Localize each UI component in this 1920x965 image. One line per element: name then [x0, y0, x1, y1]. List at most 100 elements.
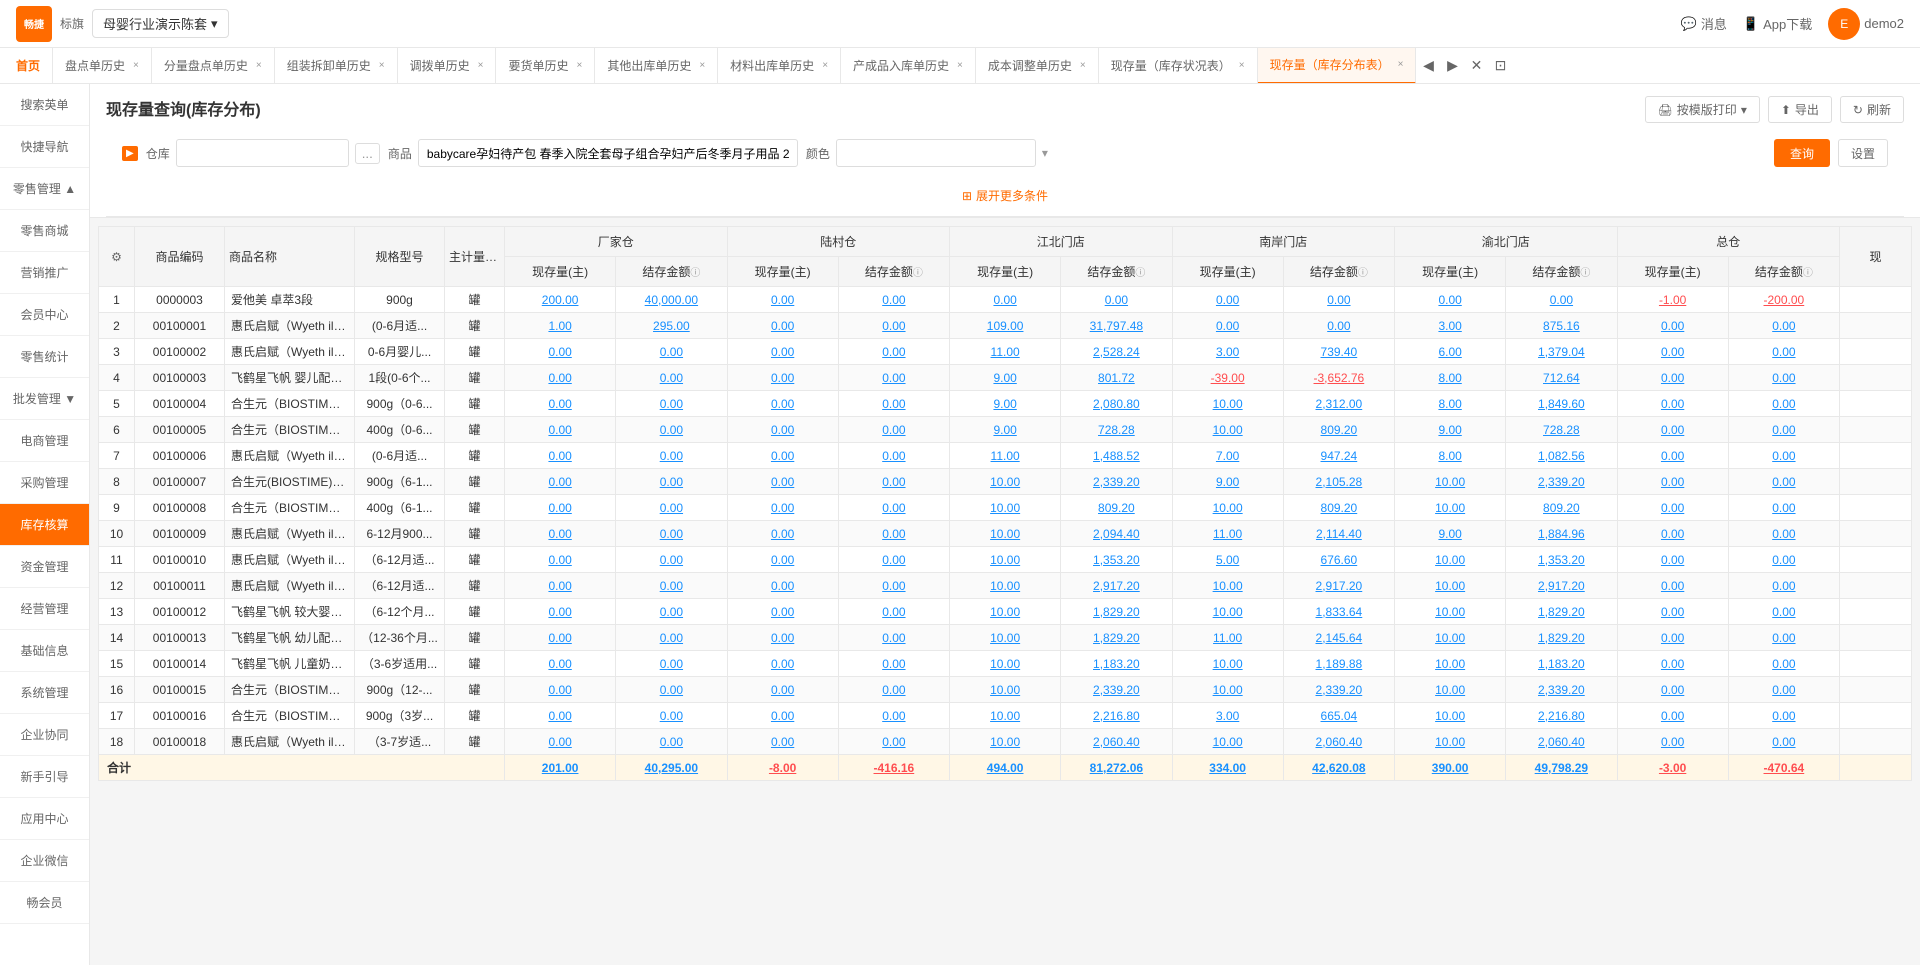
- row-lucun-current[interactable]: 0.00: [727, 625, 838, 651]
- row-jiangbei-current[interactable]: 10.00: [950, 573, 1061, 599]
- row-yubei-current[interactable]: 0.00: [1395, 287, 1506, 313]
- row-nanan-current[interactable]: 0.00: [1172, 313, 1283, 339]
- row-yubei-cost[interactable]: 1,829.20: [1506, 599, 1617, 625]
- row-changjia-cost[interactable]: 0.00: [616, 599, 727, 625]
- row-lucun-cost[interactable]: 0.00: [838, 573, 949, 599]
- row-jiangbei-current[interactable]: 10.00: [950, 469, 1061, 495]
- total-changjia-current[interactable]: 201.00: [505, 755, 616, 781]
- row-lucun-cost[interactable]: 0.00: [838, 391, 949, 417]
- row-yubei-cost[interactable]: 0.00: [1506, 287, 1617, 313]
- tab-stock-dist[interactable]: 现存量（库存分布表） ×: [1258, 48, 1417, 84]
- message-action[interactable]: 💬 消息: [1681, 14, 1727, 33]
- row-total-cost[interactable]: 0.00: [1728, 443, 1839, 469]
- row-lucun-cost[interactable]: 0.00: [838, 521, 949, 547]
- row-nanan-current[interactable]: 10.00: [1172, 729, 1283, 755]
- row-total-cost[interactable]: 0.00: [1728, 625, 1839, 651]
- row-jiangbei-cost[interactable]: 809.20: [1061, 495, 1172, 521]
- row-changjia-current[interactable]: 0.00: [505, 521, 616, 547]
- row-total-current[interactable]: 0.00: [1617, 417, 1728, 443]
- row-jiangbei-current[interactable]: 10.00: [950, 599, 1061, 625]
- row-changjia-cost[interactable]: 0.00: [616, 469, 727, 495]
- row-yubei-current[interactable]: 8.00: [1395, 365, 1506, 391]
- total-yubei-current[interactable]: 390.00: [1395, 755, 1506, 781]
- total-changjia-cost[interactable]: 40,295.00: [616, 755, 727, 781]
- row-nanan-current[interactable]: 5.00: [1172, 547, 1283, 573]
- row-nanan-current[interactable]: 9.00: [1172, 469, 1283, 495]
- row-nanan-cost[interactable]: 676.60: [1283, 547, 1394, 573]
- row-nanan-cost[interactable]: 2,060.40: [1283, 729, 1394, 755]
- row-changjia-current[interactable]: 0.00: [505, 729, 616, 755]
- row-jiangbei-current[interactable]: 109.00: [950, 313, 1061, 339]
- row-total-current[interactable]: 0.00: [1617, 677, 1728, 703]
- row-changjia-cost[interactable]: 40,000.00: [616, 287, 727, 313]
- row-jiangbei-current[interactable]: 11.00: [950, 443, 1061, 469]
- row-lucun-current[interactable]: 0.00: [727, 677, 838, 703]
- row-lucun-current[interactable]: 0.00: [727, 547, 838, 573]
- row-jiangbei-cost[interactable]: 2,060.40: [1061, 729, 1172, 755]
- row-changjia-cost[interactable]: 0.00: [616, 417, 727, 443]
- row-lucun-current[interactable]: 0.00: [727, 339, 838, 365]
- row-jiangbei-cost[interactable]: 1,829.20: [1061, 599, 1172, 625]
- row-changjia-current[interactable]: 1.00: [505, 313, 616, 339]
- row-changjia-cost[interactable]: 0.00: [616, 365, 727, 391]
- row-lucun-cost[interactable]: 0.00: [838, 625, 949, 651]
- row-total-cost[interactable]: 0.00: [1728, 547, 1839, 573]
- row-total-cost[interactable]: 0.00: [1728, 703, 1839, 729]
- tab-split-inventory[interactable]: 分量盘点单历史 ×: [152, 48, 275, 84]
- row-nanan-current[interactable]: 11.00: [1172, 625, 1283, 651]
- row-changjia-cost[interactable]: 0.00: [616, 651, 727, 677]
- row-changjia-current[interactable]: 0.00: [505, 573, 616, 599]
- row-lucun-current[interactable]: 0.00: [727, 365, 838, 391]
- row-jiangbei-current[interactable]: 9.00: [950, 391, 1061, 417]
- sidebar-item-marketing[interactable]: 营销推广: [0, 252, 89, 294]
- row-yubei-cost[interactable]: 728.28: [1506, 417, 1617, 443]
- row-jiangbei-cost[interactable]: 1,353.20: [1061, 547, 1172, 573]
- close-icon[interactable]: ×: [576, 60, 582, 71]
- row-nanan-current[interactable]: 10.00: [1172, 677, 1283, 703]
- refresh-btn[interactable]: ↻ 刷新: [1840, 96, 1904, 123]
- row-total-current[interactable]: 0.00: [1617, 651, 1728, 677]
- row-lucun-current[interactable]: 0.00: [727, 287, 838, 313]
- sidebar-item-base-info[interactable]: 基础信息: [0, 630, 89, 672]
- row-yubei-current[interactable]: 10.00: [1395, 729, 1506, 755]
- tab-cost-adjust[interactable]: 成本调整单历史 ×: [976, 48, 1099, 84]
- row-changjia-cost[interactable]: 0.00: [616, 391, 727, 417]
- row-changjia-cost[interactable]: 0.00: [616, 625, 727, 651]
- row-nanan-cost[interactable]: -3,652.76: [1283, 365, 1394, 391]
- row-total-current[interactable]: 0.00: [1617, 469, 1728, 495]
- sidebar-item-retail-mgmt[interactable]: 零售管理 ▲: [0, 168, 89, 210]
- row-yubei-cost[interactable]: 2,339.20: [1506, 469, 1617, 495]
- row-nanan-cost[interactable]: 809.20: [1283, 495, 1394, 521]
- row-nanan-cost[interactable]: 0.00: [1283, 313, 1394, 339]
- row-changjia-cost[interactable]: 0.00: [616, 729, 727, 755]
- row-total-current[interactable]: 0.00: [1617, 625, 1728, 651]
- row-jiangbei-cost[interactable]: 2,339.20: [1061, 677, 1172, 703]
- color-input[interactable]: [836, 139, 1036, 167]
- row-lucun-cost[interactable]: 0.00: [838, 599, 949, 625]
- row-lucun-current[interactable]: 0.00: [727, 391, 838, 417]
- sidebar-item-purchase-mgmt[interactable]: 采购管理: [0, 462, 89, 504]
- row-changjia-current[interactable]: 0.00: [505, 599, 616, 625]
- row-changjia-current[interactable]: 0.00: [505, 547, 616, 573]
- row-lucun-current[interactable]: 0.00: [727, 703, 838, 729]
- row-lucun-current[interactable]: 0.00: [727, 417, 838, 443]
- row-lucun-cost[interactable]: 0.00: [838, 287, 949, 313]
- row-changjia-cost[interactable]: 0.00: [616, 339, 727, 365]
- close-icon[interactable]: ×: [957, 60, 963, 71]
- row-lucun-current[interactable]: 0.00: [727, 443, 838, 469]
- row-nanan-cost[interactable]: 1,833.64: [1283, 599, 1394, 625]
- total-total-current[interactable]: -3.00: [1617, 755, 1728, 781]
- row-nanan-cost[interactable]: 0.00: [1283, 287, 1394, 313]
- row-jiangbei-cost[interactable]: 1,488.52: [1061, 443, 1172, 469]
- row-total-cost[interactable]: 0.00: [1728, 365, 1839, 391]
- close-icon[interactable]: ×: [379, 60, 385, 71]
- sidebar-item-sys-mgmt[interactable]: 系统管理: [0, 672, 89, 714]
- row-total-cost[interactable]: 0.00: [1728, 729, 1839, 755]
- row-lucun-current[interactable]: 0.00: [727, 495, 838, 521]
- row-yubei-current[interactable]: 10.00: [1395, 599, 1506, 625]
- row-nanan-cost[interactable]: 2,145.64: [1283, 625, 1394, 651]
- close-icon[interactable]: ×: [1398, 59, 1404, 70]
- tab-next-btn[interactable]: ▶: [1440, 48, 1464, 84]
- row-changjia-cost[interactable]: 0.00: [616, 495, 727, 521]
- row-total-current[interactable]: 0.00: [1617, 573, 1728, 599]
